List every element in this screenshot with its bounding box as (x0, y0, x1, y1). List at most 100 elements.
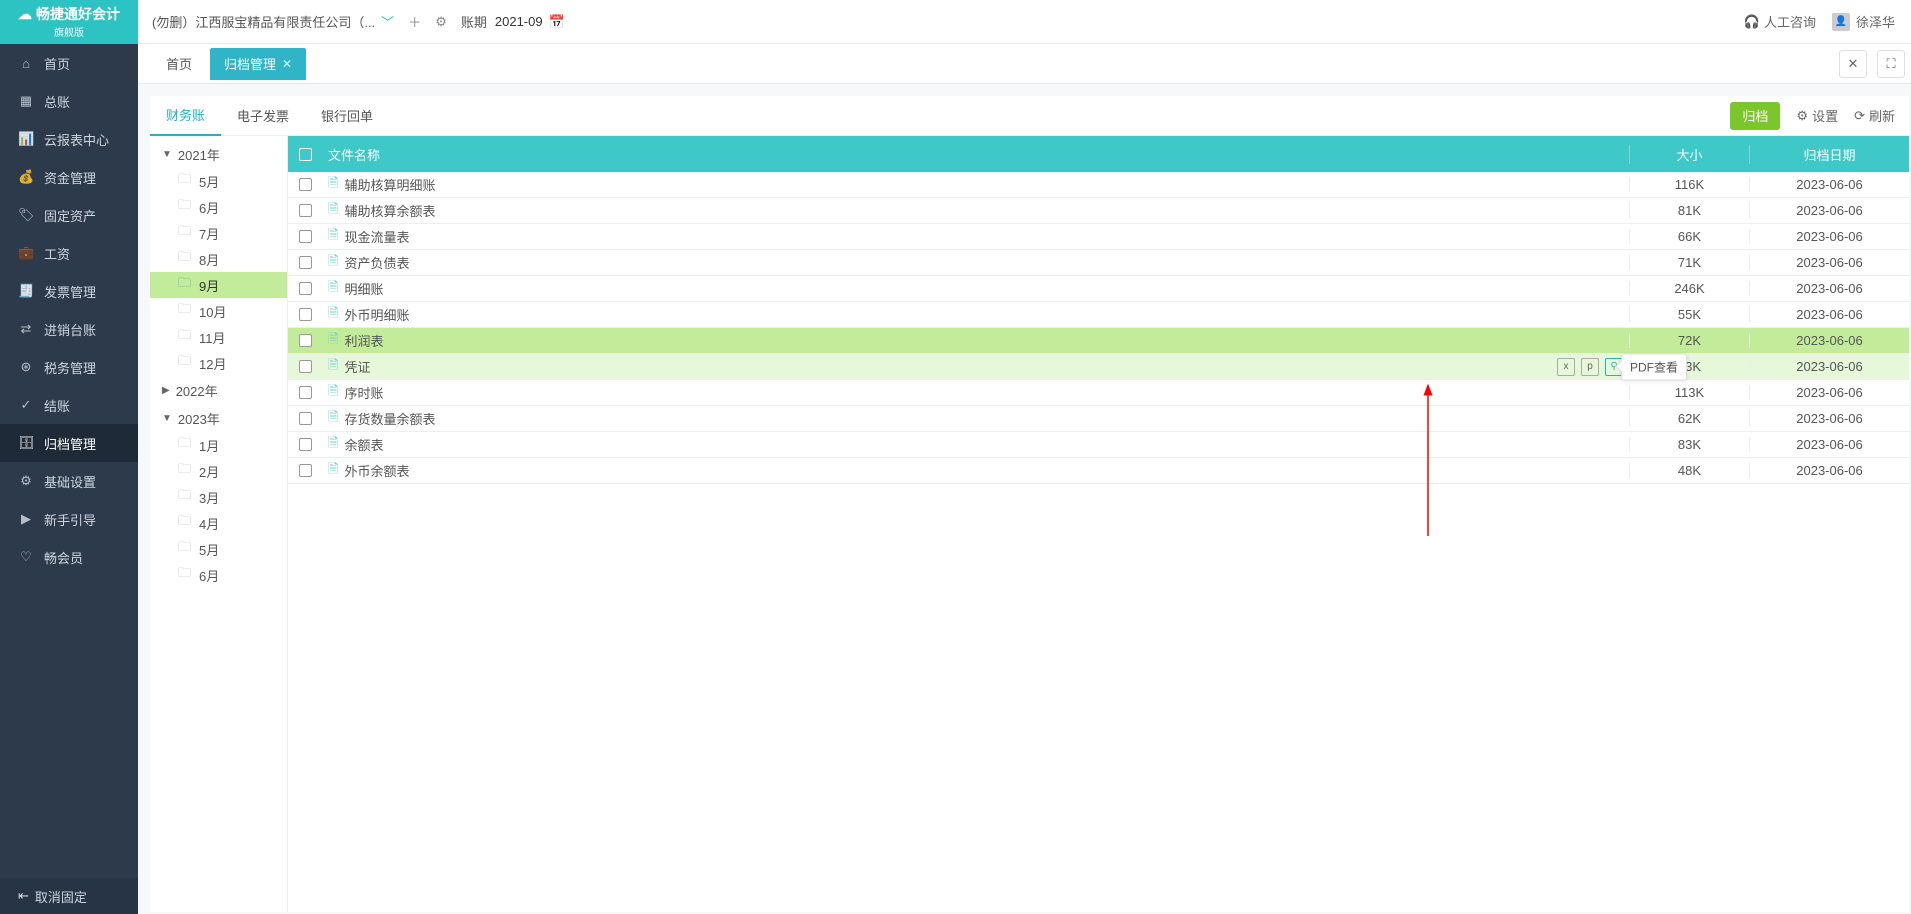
tab-首页[interactable]: 首页 (152, 48, 206, 80)
consult-button[interactable]: 🎧 人工咨询 (1744, 12, 1816, 31)
folder-icon: 🗀 (178, 196, 191, 218)
sidebar-item-fund[interactable]: 💰资金管理 (0, 158, 138, 196)
add-icon[interactable]: ＋ (408, 12, 421, 31)
tab-expand-button[interactable]: ⛶ (1877, 50, 1905, 78)
sidebar-item-guide[interactable]: ▶新手引导 (0, 500, 138, 538)
sidebar-item-invoice[interactable]: 🧾发票管理 (0, 272, 138, 310)
folder-icon: 🗀 (178, 538, 191, 560)
calendar-icon[interactable]: 📅 (549, 14, 565, 30)
subtab-电子发票[interactable]: 电子发票 (221, 96, 305, 136)
tree-month-9月[interactable]: 🗀9月 (150, 272, 287, 298)
tree-month-label: 1月 (199, 436, 219, 455)
table-row[interactable]: 🗎序时账 113K 2023-06-06 (288, 380, 1909, 406)
sidebar-item-asset[interactable]: 🏷固定资产 (0, 196, 138, 234)
table-row[interactable]: 🗎辅助核算余额表 81K 2023-06-06 (288, 198, 1909, 224)
tree-month-6月[interactable]: 🗀6月 (150, 562, 287, 588)
archive-date: 2023-06-06 (1749, 463, 1909, 478)
tree-month-12月[interactable]: 🗀12月 (150, 350, 287, 376)
table-row[interactable]: 🗎现金流量表 66K 2023-06-06 (288, 224, 1909, 250)
inout-icon: ⇄ (18, 321, 34, 337)
guide-icon: ▶ (18, 511, 34, 527)
sidebar-item-label: 工资 (44, 244, 70, 263)
tree-month-11月[interactable]: 🗀11月 (150, 324, 287, 350)
tab-close-button[interactable]: ✕ (1839, 50, 1867, 78)
sidebar-item-tax[interactable]: ⊛税务管理 (0, 348, 138, 386)
sidebar-item-salary[interactable]: 💼 工资 (0, 234, 138, 272)
close-icon[interactable]: ✕ (282, 57, 292, 71)
sidebar-item-chart[interactable]: 📊云报表中心 (0, 120, 138, 158)
row-checkbox[interactable] (299, 230, 312, 243)
tree-month-5月[interactable]: 🗀5月 (150, 536, 287, 562)
sidebar-item-ledger[interactable]: ▦ 总账 (0, 82, 138, 120)
sidebar-item-member[interactable]: ♡畅会员 (0, 538, 138, 576)
close-icon: ✓ (18, 397, 34, 413)
file-name: 明细账 (344, 279, 383, 298)
export-pdf-icon[interactable]: p (1581, 358, 1599, 376)
tree-month-3月[interactable]: 🗀3月 (150, 484, 287, 510)
table-row[interactable]: 🗎外币余额表 48K 2023-06-06 (288, 458, 1909, 484)
archive-date: 2023-06-06 (1749, 411, 1909, 426)
row-checkbox[interactable] (299, 334, 312, 347)
file-icon: 🗎 (328, 252, 338, 274)
subtab-财务账[interactable]: 财务账 (150, 96, 221, 136)
sidebar-item-label: 进销台账 (44, 320, 96, 339)
subtab-银行回单[interactable]: 银行回单 (305, 96, 389, 136)
row-checkbox[interactable] (299, 438, 312, 451)
tree-month-6月[interactable]: 🗀6月 (150, 194, 287, 220)
file-size: 81K (1629, 203, 1749, 218)
tree-month-1月[interactable]: 🗀1月 (150, 432, 287, 458)
row-checkbox[interactable] (299, 464, 312, 477)
sidebar-item-close[interactable]: ✓结账 (0, 386, 138, 424)
row-checkbox[interactable] (299, 282, 312, 295)
gear-icon[interactable]: ⚙ (435, 14, 447, 30)
table-row[interactable]: 🗎凭证 x p ⚲ PDF查看 53K 2023-06-06 (288, 354, 1909, 380)
row-checkbox[interactable] (299, 360, 312, 373)
tree-month-2月[interactable]: 🗀2月 (150, 458, 287, 484)
table-row[interactable]: 🗎辅助核算明细账 116K 2023-06-06 (288, 172, 1909, 198)
tab-归档管理[interactable]: 归档管理✕ (210, 48, 306, 80)
tree-month-label: 6月 (199, 566, 219, 585)
file-name: 利润表 (344, 331, 383, 350)
table-row[interactable]: 🗎明细账 246K 2023-06-06 (288, 276, 1909, 302)
refresh-button[interactable]: ⟳ 刷新 (1854, 106, 1895, 125)
logo: ☁ 畅捷通好会计 旗舰版 (0, 0, 138, 44)
file-name: 序时账 (344, 383, 383, 402)
user-menu[interactable]: 👤 徐泽华 (1832, 12, 1895, 31)
select-all-checkbox[interactable] (299, 148, 312, 161)
table-row[interactable]: 🗎外币明细账 55K 2023-06-06 (288, 302, 1909, 328)
row-checkbox[interactable] (299, 204, 312, 217)
table-row[interactable]: 🗎资产负债表 71K 2023-06-06 (288, 250, 1909, 276)
tree-month-10月[interactable]: 🗀10月 (150, 298, 287, 324)
export-excel-icon[interactable]: x (1557, 358, 1575, 376)
tree-year-2023年[interactable]: ▼2023年 (150, 404, 287, 432)
row-checkbox[interactable] (299, 178, 312, 191)
arrow-left-icon: ⇤ (18, 888, 29, 904)
archive-button[interactable]: 归档 (1730, 102, 1780, 130)
row-checkbox[interactable] (299, 308, 312, 321)
row-checkbox[interactable] (299, 412, 312, 425)
triangle-down-icon: ▼ (162, 149, 172, 160)
tree-month-4月[interactable]: 🗀4月 (150, 510, 287, 536)
company-selector[interactable]: (勿删）江西服宝精品有限责任公司（... ﹀ (152, 12, 394, 31)
settings-button[interactable]: ⚙ 设置 (1796, 106, 1838, 125)
tree-month-8月[interactable]: 🗀8月 (150, 246, 287, 272)
row-checkbox[interactable] (299, 386, 312, 399)
sidebar-item-settings[interactable]: ⚙基础设置 (0, 462, 138, 500)
salary-icon: 💼 (18, 245, 34, 261)
ledger-icon: ▦ (18, 93, 34, 109)
tooltip: PDF查看 (1621, 353, 1687, 380)
sidebar-item-inout[interactable]: ⇄ 进销台账 (0, 310, 138, 348)
table-row[interactable]: 🗎利润表 72K 2023-06-06 (288, 328, 1909, 354)
table-row[interactable]: 🗎余额表 83K 2023-06-06 (288, 432, 1909, 458)
sidebar-item-archive[interactable]: 🗄归档管理 (0, 424, 138, 462)
sidebar-item-label: 总账 (44, 92, 70, 111)
file-icon: 🗎 (328, 278, 338, 300)
table-row[interactable]: 🗎存货数量余额表 62K 2023-06-06 (288, 406, 1909, 432)
unpin-button[interactable]: ⇤取消固定 (0, 878, 138, 914)
sidebar-item-home[interactable]: ⌂首页 (0, 44, 138, 82)
tree-year-2021年[interactable]: ▼2021年 (150, 140, 287, 168)
tree-month-5月[interactable]: 🗀5月 (150, 168, 287, 194)
tree-month-7月[interactable]: 🗀7月 (150, 220, 287, 246)
tree-year-2022年[interactable]: ▶2022年 (150, 376, 287, 404)
row-checkbox[interactable] (299, 256, 312, 269)
